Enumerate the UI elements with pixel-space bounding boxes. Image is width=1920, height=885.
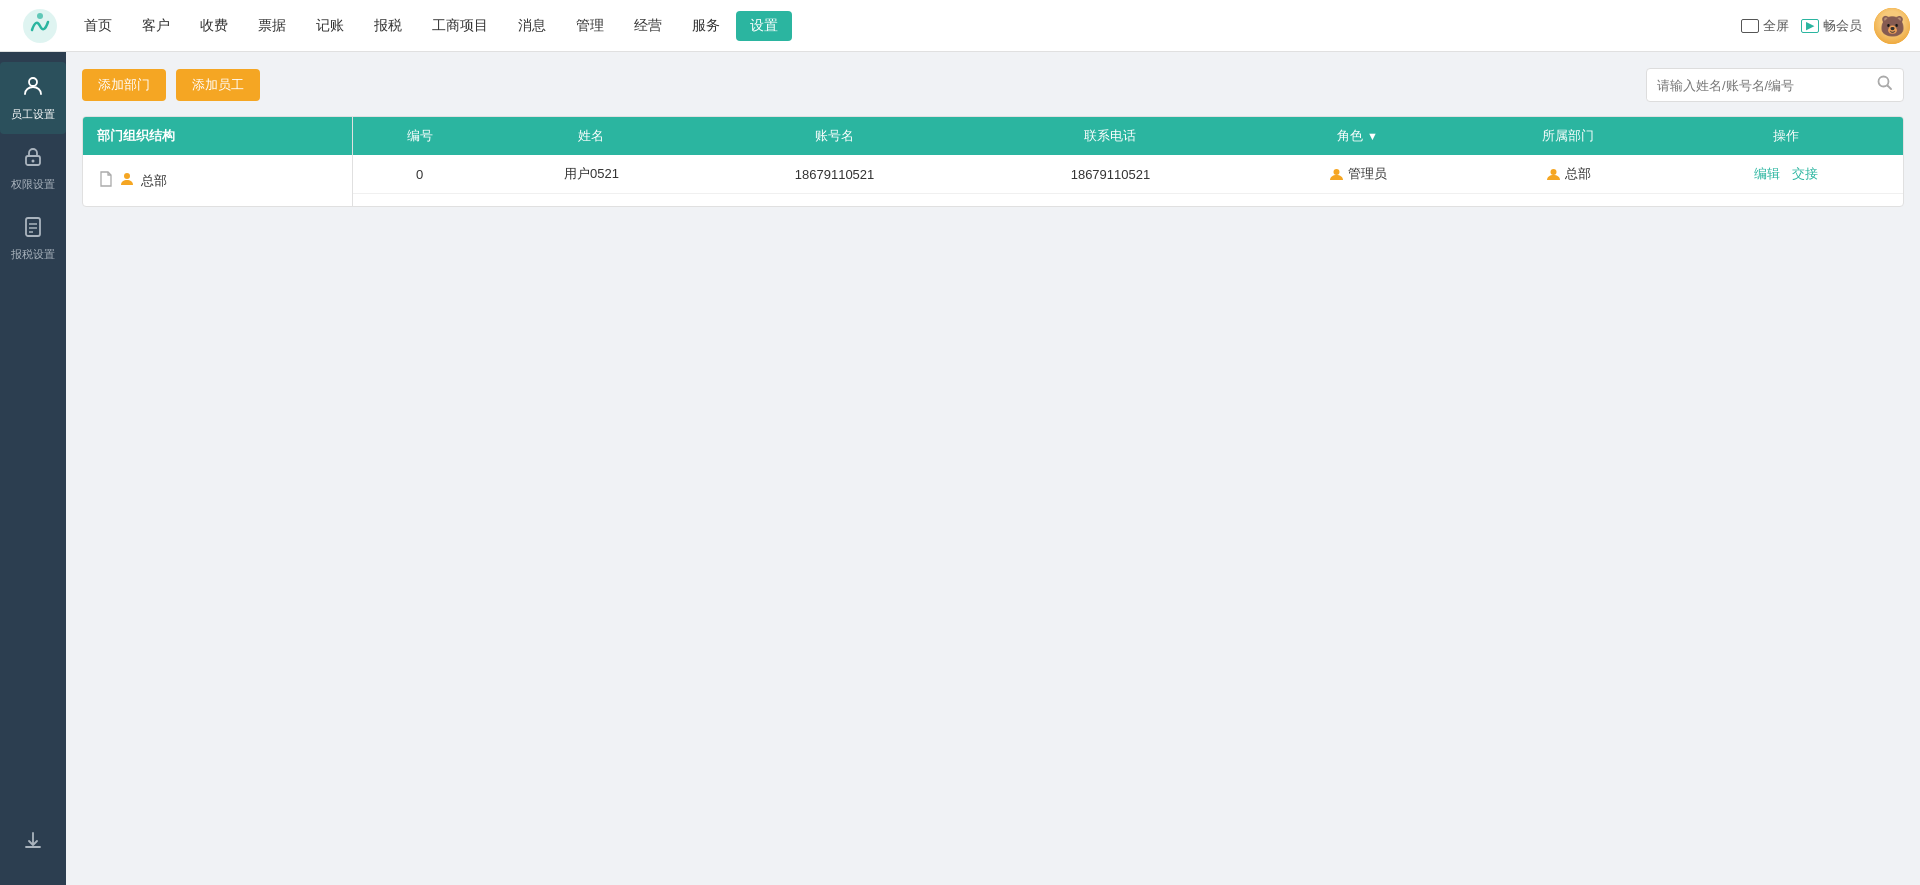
- avatar-image: 🐻: [1874, 8, 1910, 44]
- employee-table: 编号 姓名 账号名 联系电话 角色 ▼ 所属部门 操作 0 用户0521 18: [353, 117, 1903, 194]
- cell-dept: 总部: [1467, 155, 1670, 194]
- svg-point-11: [124, 173, 130, 179]
- cell-role: 管理员: [1248, 155, 1467, 194]
- table-body: 0 用户0521 18679110521 18679110521 管理员: [353, 155, 1903, 194]
- nav-item-票据[interactable]: 票据: [244, 11, 300, 41]
- cell-id: 0: [353, 155, 486, 194]
- transfer-button[interactable]: 交接: [1792, 166, 1818, 181]
- fullscreen-button[interactable]: 全屏: [1741, 17, 1789, 35]
- role-filter-icon[interactable]: ▼: [1367, 130, 1378, 142]
- dept-tree-header: 部门组织结构: [83, 117, 352, 155]
- nav-item-记账[interactable]: 记账: [302, 11, 358, 41]
- col-header-phone: 联系电话: [972, 117, 1248, 155]
- dept-person-icon-cell: [1546, 167, 1561, 182]
- search-input[interactable]: [1647, 72, 1867, 99]
- main-layout: 员工设置 权限设置 报税设置: [0, 52, 1920, 885]
- nav-right: 全屏 ▶ 畅会员 🐻: [1741, 8, 1910, 44]
- dept-tree-body: 总部: [83, 155, 352, 206]
- tax-report-icon: [22, 216, 44, 243]
- fullscreen-icon: [1741, 19, 1759, 33]
- table-row: 0 用户0521 18679110521 18679110521 管理员: [353, 155, 1903, 194]
- sidebar-label-tax: 报税设置: [11, 247, 55, 262]
- vip-button[interactable]: ▶ 畅会员: [1801, 17, 1862, 35]
- lock-icon: [22, 146, 44, 173]
- nav-item-设置[interactable]: 设置: [736, 11, 792, 41]
- main-content: 添加部门 添加员工 部门组织结构: [66, 52, 1920, 885]
- nav-item-管理[interactable]: 管理: [562, 11, 618, 41]
- svg-point-1: [37, 13, 43, 19]
- employee-icon: [21, 74, 45, 103]
- dept-file-icon: [99, 171, 113, 190]
- svg-point-4: [32, 160, 35, 163]
- role-person-icon: [1329, 167, 1344, 182]
- logo: [10, 8, 70, 44]
- vip-icon: ▶: [1801, 19, 1819, 33]
- svg-point-12: [1333, 169, 1339, 175]
- col-header-name: 姓名: [486, 117, 696, 155]
- fullscreen-label: 全屏: [1763, 17, 1789, 35]
- nav-item-首页[interactable]: 首页: [70, 11, 126, 41]
- sidebar-item-permission-settings[interactable]: 权限设置: [0, 134, 66, 204]
- table-header: 编号 姓名 账号名 联系电话 角色 ▼ 所属部门 操作: [353, 117, 1903, 155]
- svg-rect-5: [26, 218, 40, 236]
- nav-items: 首页客户收费票据记账报税工商项目消息管理经营服务设置: [70, 11, 1741, 41]
- nav-item-客户[interactable]: 客户: [128, 11, 184, 41]
- sidebar-item-employee-settings[interactable]: 员工设置: [0, 62, 66, 134]
- cell-account: 18679110521: [697, 155, 973, 194]
- nav-item-消息[interactable]: 消息: [504, 11, 560, 41]
- cell-phone: 18679110521: [972, 155, 1248, 194]
- nav-item-收费[interactable]: 收费: [186, 11, 242, 41]
- svg-point-13: [1550, 169, 1556, 175]
- svg-line-10: [1888, 86, 1892, 90]
- cell-actions: 编辑 交接: [1669, 155, 1903, 194]
- search-button[interactable]: [1867, 69, 1903, 101]
- dept-tree: 部门组织结构: [83, 117, 353, 206]
- add-emp-button[interactable]: 添加员工: [176, 69, 260, 101]
- add-dept-button[interactable]: 添加部门: [82, 69, 166, 101]
- dept-name: 总部: [141, 172, 167, 190]
- vip-label: 畅会员: [1823, 17, 1862, 35]
- content-area: 部门组织结构: [82, 116, 1904, 207]
- svg-point-2: [29, 78, 37, 86]
- sidebar: 员工设置 权限设置 报税设置: [0, 52, 66, 885]
- nav-item-经营[interactable]: 经营: [620, 11, 676, 41]
- nav-item-服务[interactable]: 服务: [678, 11, 734, 41]
- search-area: [1646, 68, 1904, 102]
- download-icon: [22, 830, 44, 857]
- toolbar: 添加部门 添加员工: [82, 68, 1904, 102]
- edit-button[interactable]: 编辑: [1754, 166, 1780, 181]
- sidebar-label-permission: 权限设置: [11, 177, 55, 192]
- dept-tree-item-head[interactable]: 总部: [95, 165, 340, 196]
- sidebar-item-download[interactable]: [16, 818, 50, 869]
- emp-table: 编号 姓名 账号名 联系电话 角色 ▼ 所属部门 操作 0 用户0521 18: [353, 117, 1903, 206]
- dept-person-icon: [119, 171, 135, 190]
- sidebar-label-employee: 员工设置: [11, 107, 55, 122]
- col-header-role[interactable]: 角色 ▼: [1248, 117, 1467, 155]
- avatar[interactable]: 🐻: [1874, 8, 1910, 44]
- col-header-id: 编号: [353, 117, 486, 155]
- col-header-dept: 所属部门: [1467, 117, 1670, 155]
- nav-item-工商项目[interactable]: 工商项目: [418, 11, 502, 41]
- sidebar-bottom: [16, 818, 50, 885]
- top-nav: 首页客户收费票据记账报税工商项目消息管理经营服务设置 全屏 ▶ 畅会员 🐻: [0, 0, 1920, 52]
- nav-item-报税[interactable]: 报税: [360, 11, 416, 41]
- col-header-account: 账号名: [697, 117, 973, 155]
- cell-name: 用户0521: [486, 155, 696, 194]
- col-header-action: 操作: [1669, 117, 1903, 155]
- sidebar-item-tax-settings[interactable]: 报税设置: [0, 204, 66, 274]
